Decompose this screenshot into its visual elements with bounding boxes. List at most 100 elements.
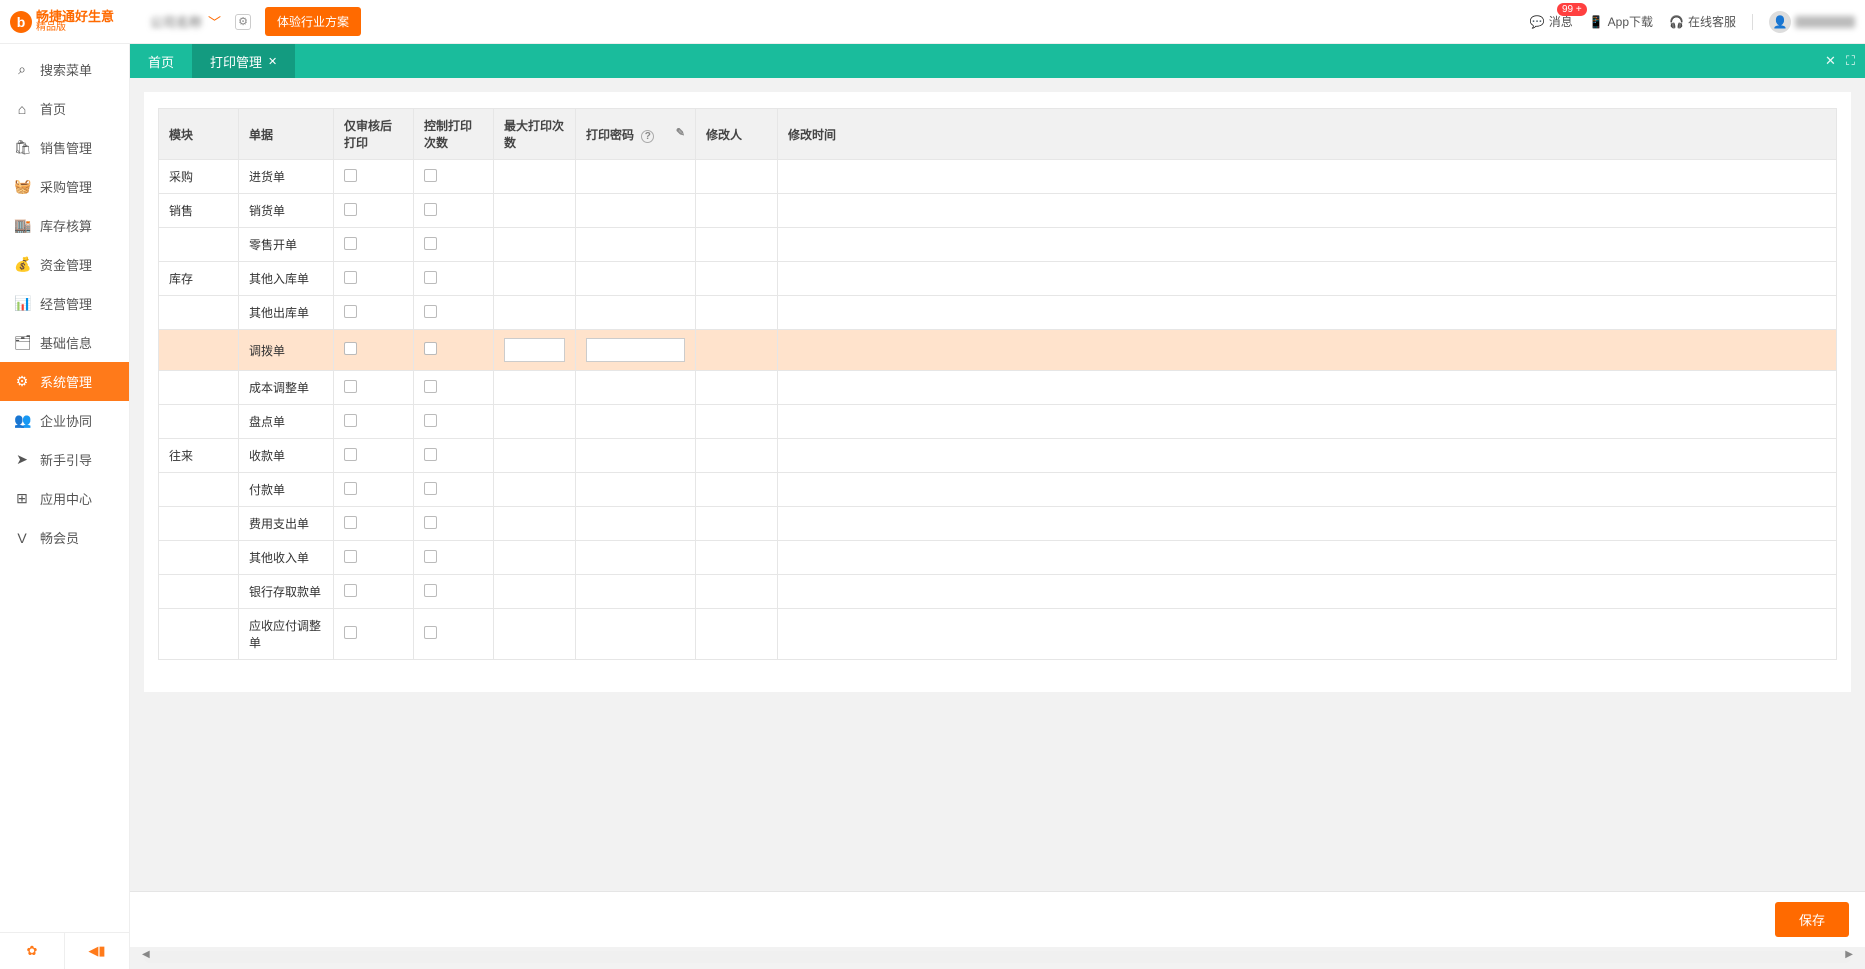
apps-icon: ⊞ — [14, 490, 30, 507]
online-service-link[interactable]: 🎧 在线客服 — [1669, 13, 1736, 30]
settings-icon[interactable]: ⚙ — [235, 14, 251, 30]
th-doc: 单据 — [239, 109, 334, 160]
th-audit-only: 仅审核后打印 — [334, 109, 414, 160]
checkbox-audit-only[interactable] — [344, 584, 357, 597]
table-row[interactable]: 成本调整单 — [159, 371, 1837, 405]
sidebar-item-guide[interactable]: ➤新手引导 — [0, 440, 129, 479]
table-row[interactable]: 盘点单 — [159, 405, 1837, 439]
password-input[interactable] — [586, 338, 685, 362]
tab-close-all-icon[interactable]: ✕ — [1825, 53, 1836, 69]
checkbox-audit-only[interactable] — [344, 448, 357, 461]
cell-mod-by — [696, 330, 778, 371]
checkbox-audit-only[interactable] — [344, 380, 357, 393]
tab-print-manage[interactable]: 打印管理 ✕ — [192, 44, 295, 78]
checkbox-audit-only[interactable] — [344, 342, 357, 355]
tab-home[interactable]: 首页 — [130, 44, 192, 78]
table-row[interactable]: 采购进货单 — [159, 160, 1837, 194]
checkbox-audit-only[interactable] — [344, 626, 357, 639]
checkbox-audit-only[interactable] — [344, 271, 357, 284]
cell-mod-by — [696, 609, 778, 660]
table-row[interactable]: 费用支出单 — [159, 507, 1837, 541]
table-row[interactable]: 调拨单 — [159, 330, 1837, 371]
sidebar: ⌕搜索菜单⌂首页🛍销售管理🧺采购管理🏬库存核算💰资金管理📊经营管理🗂基础信息⚙系… — [0, 44, 130, 969]
edit-icon[interactable]: ✎ — [676, 126, 685, 139]
user-name — [1795, 16, 1855, 28]
cell-limit-count — [414, 473, 494, 507]
table-row[interactable]: 其他收入单 — [159, 541, 1837, 575]
user-menu[interactable]: 👤 — [1769, 11, 1855, 33]
org-selector[interactable]: 公司名称 ﹀ — [150, 12, 221, 31]
close-icon[interactable]: ✕ — [268, 55, 277, 68]
cell-mod-by — [696, 262, 778, 296]
topbar-right: 💬 消息 📱 App下载 🎧 在线客服 👤 — [1530, 11, 1855, 33]
sidebar-item-label: 基础信息 — [40, 333, 92, 352]
checkbox-limit-count[interactable] — [424, 342, 437, 355]
horizontal-scrollbar[interactable] — [144, 951, 1851, 963]
cell-mod-time — [778, 473, 1837, 507]
sidebar-item-operation[interactable]: 📊经营管理 — [0, 284, 129, 323]
checkbox-limit-count[interactable] — [424, 271, 437, 284]
table-row[interactable]: 付款单 — [159, 473, 1837, 507]
table-row[interactable]: 库存其他入库单 — [159, 262, 1837, 296]
sidebar-item-apps[interactable]: ⊞应用中心 — [0, 479, 129, 518]
checkbox-audit-only[interactable] — [344, 305, 357, 318]
sidebar-item-sales[interactable]: 🛍销售管理 — [0, 128, 129, 167]
checkbox-limit-count[interactable] — [424, 237, 437, 250]
cell-mod-by — [696, 541, 778, 575]
checkbox-audit-only[interactable] — [344, 482, 357, 495]
fullscreen-icon[interactable]: ⛶ — [1846, 53, 1855, 69]
cell-max-count — [494, 371, 576, 405]
industry-solution-button[interactable]: 体验行业方案 — [265, 7, 361, 36]
sidebar-item-member[interactable]: V畅会员 — [0, 518, 129, 557]
sidebar-item-collab[interactable]: 👥企业协同 — [0, 401, 129, 440]
cell-password — [576, 575, 696, 609]
table-row[interactable]: 零售开单 — [159, 228, 1837, 262]
checkbox-limit-count[interactable] — [424, 516, 437, 529]
cell-mod-time — [778, 160, 1837, 194]
cell-password — [576, 405, 696, 439]
sidebar-item-search-menu[interactable]: ⌕搜索菜单 — [0, 50, 129, 89]
th-password: 打印密码 ? ✎ — [576, 109, 696, 160]
checkbox-limit-count[interactable] — [424, 584, 437, 597]
sidebar-item-inventory[interactable]: 🏬库存核算 — [0, 206, 129, 245]
home-icon: ⌂ — [14, 101, 30, 117]
divider — [1752, 14, 1753, 30]
max-count-input[interactable] — [504, 338, 565, 362]
table-row[interactable]: 往来收款单 — [159, 439, 1837, 473]
cell-module — [159, 405, 239, 439]
cell-password — [576, 439, 696, 473]
table-row[interactable]: 银行存取款单 — [159, 575, 1837, 609]
footer-settings-button[interactable]: ✿ — [0, 933, 64, 969]
checkbox-limit-count[interactable] — [424, 380, 437, 393]
app-download-link[interactable]: 📱 App下载 — [1589, 13, 1653, 30]
help-icon[interactable]: ? — [641, 130, 654, 143]
sidebar-item-home[interactable]: ⌂首页 — [0, 89, 129, 128]
checkbox-audit-only[interactable] — [344, 550, 357, 563]
sidebar-item-basic[interactable]: 🗂基础信息 — [0, 323, 129, 362]
footer-collapse-button[interactable]: ◀▮ — [64, 933, 129, 969]
checkbox-limit-count[interactable] — [424, 414, 437, 427]
table-row[interactable]: 销售销货单 — [159, 194, 1837, 228]
sidebar-item-funds[interactable]: 💰资金管理 — [0, 245, 129, 284]
checkbox-audit-only[interactable] — [344, 203, 357, 216]
checkbox-limit-count[interactable] — [424, 203, 437, 216]
checkbox-limit-count[interactable] — [424, 550, 437, 563]
checkbox-limit-count[interactable] — [424, 169, 437, 182]
messages-link[interactable]: 💬 消息 — [1530, 13, 1573, 30]
cell-password — [576, 609, 696, 660]
checkbox-audit-only[interactable] — [344, 516, 357, 529]
table-row[interactable]: 应收应付调整单 — [159, 609, 1837, 660]
cell-module: 往来 — [159, 439, 239, 473]
save-button[interactable]: 保存 — [1775, 902, 1849, 937]
table-row[interactable]: 其他出库单 — [159, 296, 1837, 330]
sidebar-item-purchase[interactable]: 🧺采购管理 — [0, 167, 129, 206]
checkbox-limit-count[interactable] — [424, 482, 437, 495]
checkbox-limit-count[interactable] — [424, 626, 437, 639]
checkbox-audit-only[interactable] — [344, 237, 357, 250]
sidebar-item-system[interactable]: ⚙系统管理 — [0, 362, 129, 401]
checkbox-limit-count[interactable] — [424, 448, 437, 461]
checkbox-audit-only[interactable] — [344, 414, 357, 427]
checkbox-limit-count[interactable] — [424, 305, 437, 318]
checkbox-audit-only[interactable] — [344, 169, 357, 182]
th-max-count: 最大打印次数 — [494, 109, 576, 160]
